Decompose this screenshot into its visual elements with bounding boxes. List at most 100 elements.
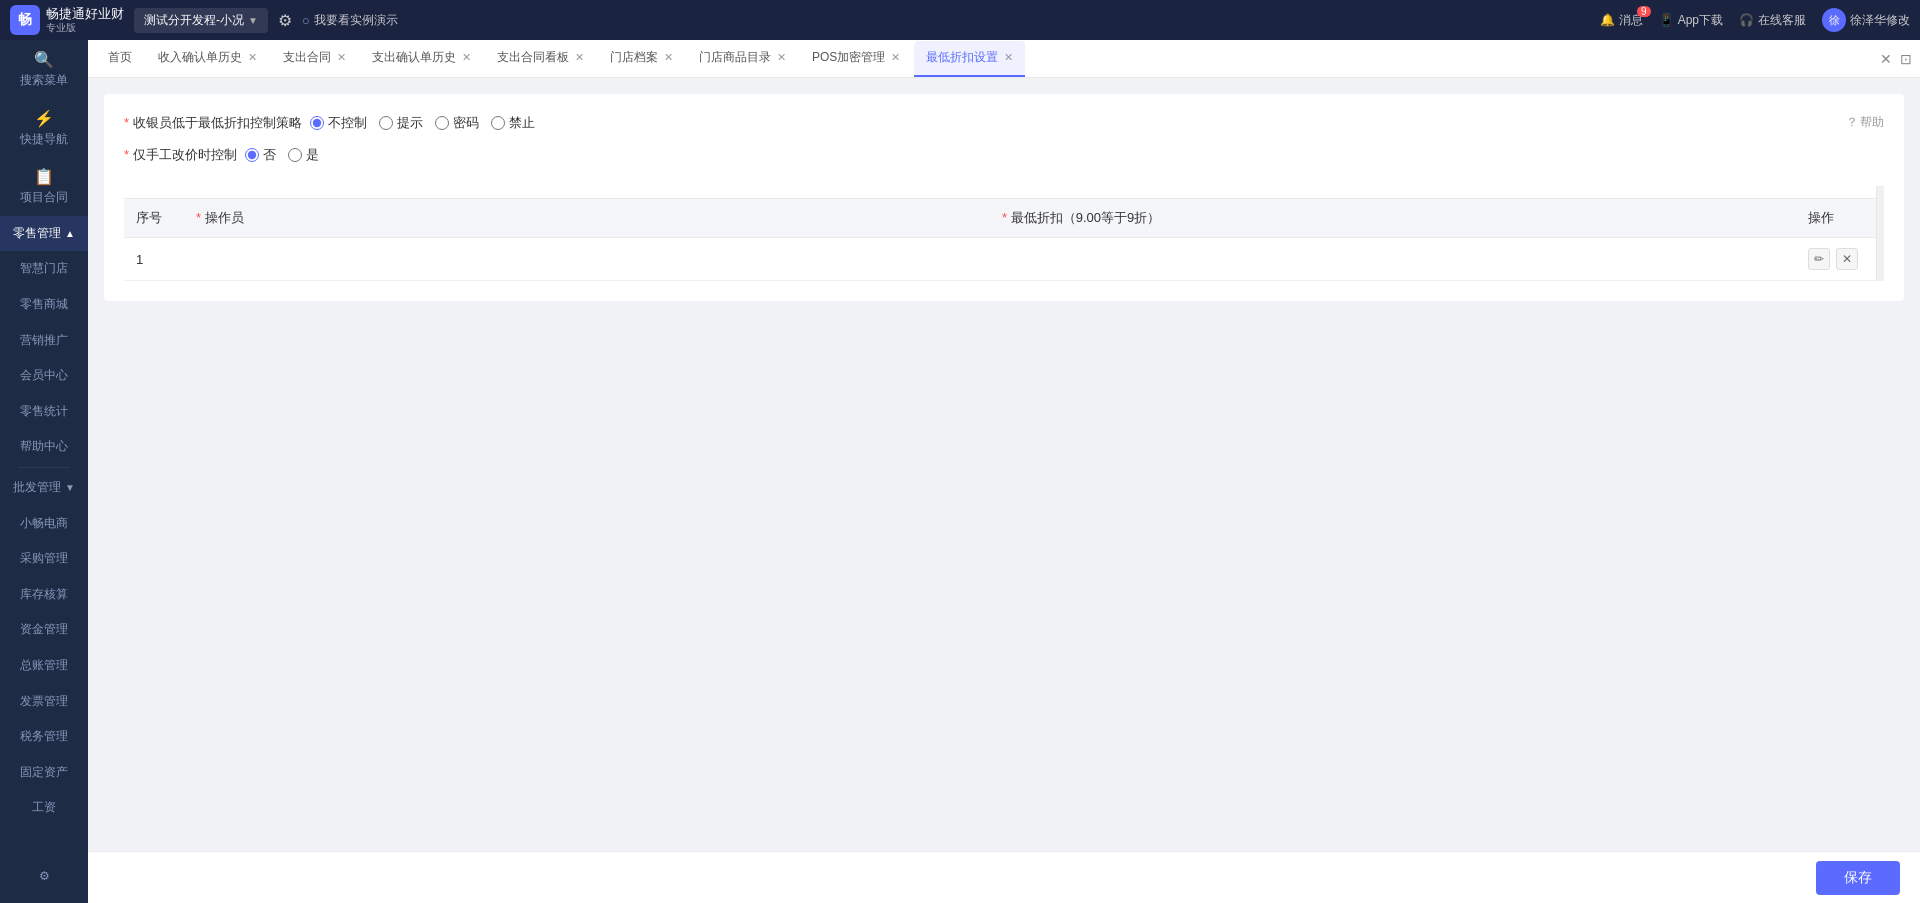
app-download-btn[interactable]: 📱 App下载 — [1659, 12, 1723, 29]
tab-payment-confirm-history[interactable]: 支出确认单历史 ✕ — [360, 41, 483, 77]
th-min-discount: * 最低折扣（9.00等于9折） — [990, 199, 1796, 238]
search-icon: 🔍 — [34, 50, 54, 69]
demo-link[interactable]: ○ 我要看实例演示 — [302, 12, 398, 29]
save-button[interactable]: 保存 — [1816, 861, 1900, 895]
th-operator: * 操作员 — [184, 199, 990, 238]
tab-bar-actions: ✕ ⊡ — [1880, 51, 1912, 67]
user-profile-btn[interactable]: 徐 徐泽华修改 — [1822, 8, 1910, 32]
sidebar-item-retail-mgmt[interactable]: 零售管理 ▲ — [0, 216, 88, 252]
top-bar: 畅 畅捷通好业财 专业版 测试分开发程-小况 ▼ ⚙ ○ 我要看实例演示 🔔 消… — [0, 0, 1920, 40]
close-tab-min-discount[interactable]: ✕ — [1004, 51, 1013, 64]
logo-area: 畅 畅捷通好业财 专业版 — [10, 5, 124, 35]
chevron-icon: ▲ — [65, 228, 75, 239]
table-row: 1 — [124, 238, 1876, 281]
radio-manual-yes[interactable]: 是 — [288, 146, 319, 164]
mobile-icon: 📱 — [1659, 13, 1674, 27]
sidebar: 🔍 搜索菜单 ⚡ 快捷导航 📋 项目合同 零售管理 ▲ 智慧门店 零售商城 营销… — [0, 40, 88, 903]
cell-actions: ✏ ✕ — [1796, 238, 1876, 281]
chevron-icon-2: ▼ — [65, 482, 75, 493]
cell-operator[interactable] — [184, 238, 990, 281]
tab-payment-contract-board[interactable]: 支出合同看板 ✕ — [485, 41, 596, 77]
radio-manual-no[interactable]: 否 — [245, 146, 276, 164]
manual-price-row: * 仅手工改价时控制 否 是 — [124, 146, 535, 164]
bell-icon: 🔔 — [1600, 13, 1615, 27]
messages-btn[interactable]: 🔔 消息 9 — [1600, 12, 1643, 29]
radio-no-control[interactable]: 不控制 — [310, 114, 367, 132]
form-section-top: * 收银员低于最低折扣控制策略 不控制 提示 — [124, 114, 1884, 178]
online-support-btn[interactable]: 🎧 在线客服 — [1739, 12, 1806, 29]
close-tab-payment-confirm-history[interactable]: ✕ — [462, 51, 471, 64]
top-bar-right: 🔔 消息 9 📱 App下载 🎧 在线客服 徐 徐泽华修改 — [1600, 8, 1910, 32]
sidebar-item-inventory-calc[interactable]: 库存核算 — [0, 577, 88, 613]
logo-icon: 畅 — [10, 5, 40, 35]
tab-bar: 首页 收入确认单历史 ✕ 支出合同 ✕ 支出确认单历史 ✕ 支出合同看板 ✕ 门… — [88, 40, 1920, 78]
sidebar-item-help-center[interactable]: 帮助中心 — [0, 429, 88, 465]
table-header-row: 序号 * 操作员 * 最低折扣（9.00等于9折） — [124, 199, 1876, 238]
sidebar-item-wholesale-mgmt[interactable]: 批发管理 ▼ — [0, 470, 88, 506]
cashier-policy-label: * 收银员低于最低折扣控制策略 — [124, 114, 302, 132]
tab-store-product-catalog[interactable]: 门店商品目录 ✕ — [687, 41, 798, 77]
sidebar-item-search[interactable]: 🔍 搜索菜单 — [0, 40, 88, 99]
radio-tip[interactable]: 提示 — [379, 114, 423, 132]
operator-input[interactable] — [196, 252, 978, 267]
sidebar-item-purchase-mgmt[interactable]: 采购管理 — [0, 541, 88, 577]
sidebar-item-ledger-mgmt[interactable]: 总账管理 — [0, 648, 88, 684]
sidebar-item-invoice-mgmt[interactable]: 发票管理 — [0, 684, 88, 720]
form-fields: * 收银员低于最低折扣控制策略 不控制 提示 — [124, 114, 535, 178]
row-edit-btn[interactable]: ✏ — [1808, 248, 1830, 270]
cell-seq: 1 — [124, 238, 184, 281]
close-tab-store-product-catalog[interactable]: ✕ — [777, 51, 786, 64]
th-actions: 操作 — [1796, 199, 1876, 238]
close-tab-store-file[interactable]: ✕ — [664, 51, 673, 64]
cashier-policy-row: * 收银员低于最低折扣控制策略 不控制 提示 — [124, 114, 535, 132]
sidebar-item-project-contract[interactable]: 📋 项目合同 — [0, 157, 88, 216]
tab-home[interactable]: 首页 — [96, 41, 144, 77]
sidebar-item-fixed-assets[interactable]: 固定资产 — [0, 755, 88, 791]
page-content: * 收银员低于最低折扣控制策略 不控制 提示 — [88, 78, 1920, 851]
project-selector[interactable]: 测试分开发程-小况 ▼ — [134, 8, 268, 33]
close-tab-payment-contract-board[interactable]: ✕ — [575, 51, 584, 64]
close-tab-action-btn[interactable]: ✕ — [1880, 51, 1892, 67]
sidebar-item-xiaochang-ecom[interactable]: 小畅电商 — [0, 506, 88, 542]
tab-income-confirm-history[interactable]: 收入确认单历史 ✕ — [146, 41, 269, 77]
sidebar-item-retail-stats[interactable]: 零售统计 — [0, 394, 88, 430]
cell-min-discount[interactable] — [990, 238, 1796, 281]
tab-min-discount-settings[interactable]: 最低折扣设置 ✕ — [914, 41, 1025, 77]
sidebar-item-marketing[interactable]: 营销推广 — [0, 323, 88, 359]
radio-password[interactable]: 密码 — [435, 114, 479, 132]
close-tab-pos-password[interactable]: ✕ — [891, 51, 900, 64]
table-wrapper: 序号 * 操作员 * 最低折扣（9.00等于9折） — [124, 186, 1884, 281]
tab-pos-password-mgmt[interactable]: POS加密管理 ✕ — [800, 41, 912, 77]
discount-table: 序号 * 操作员 * 最低折扣（9.00等于9折） — [124, 198, 1876, 281]
tab-store-file[interactable]: 门店档案 ✕ — [598, 41, 685, 77]
help-btn[interactable]: ？ 帮助 — [1846, 114, 1884, 131]
sidebar-item-capital-mgmt[interactable]: 资金管理 — [0, 612, 88, 648]
delete-icon: ✕ — [1842, 252, 1852, 266]
sidebar-item-salary[interactable]: 工资 — [0, 790, 88, 826]
min-discount-input[interactable] — [1002, 252, 1784, 267]
shortcut-icon: ⚡ — [34, 109, 54, 128]
radio-forbid[interactable]: 禁止 — [491, 114, 535, 132]
row-delete-btn[interactable]: ✕ — [1836, 248, 1858, 270]
close-tab-income[interactable]: ✕ — [248, 51, 257, 64]
manual-price-radio-group: 否 是 — [245, 146, 319, 164]
sidebar-item-tax-mgmt[interactable]: 税务管理 — [0, 719, 88, 755]
sidebar-item-retail-mall[interactable]: 零售商城 — [0, 287, 88, 323]
sidebar-settings-btn[interactable]: ⚙ — [35, 859, 54, 893]
question-icon: ？ — [1846, 114, 1858, 131]
avatar: 徐 — [1822, 8, 1846, 32]
sidebar-item-member-center[interactable]: 会员中心 — [0, 358, 88, 394]
cashier-policy-radio-group: 不控制 提示 密码 — [310, 114, 535, 132]
tab-payment-contract[interactable]: 支出合同 ✕ — [271, 41, 358, 77]
th-seq: 序号 — [124, 199, 184, 238]
close-tab-payment-contract[interactable]: ✕ — [337, 51, 346, 64]
table-scrollbar[interactable] — [1876, 186, 1884, 281]
page-footer: 保存 — [88, 851, 1920, 903]
chevron-down-icon: ▼ — [248, 15, 258, 26]
sidebar-item-smart-store[interactable]: 智慧门店 — [0, 251, 88, 287]
expand-tab-action-btn[interactable]: ⊡ — [1900, 51, 1912, 67]
sidebar-item-shortcut[interactable]: ⚡ 快捷导航 — [0, 99, 88, 158]
main-layout: 🔍 搜索菜单 ⚡ 快捷导航 📋 项目合同 零售管理 ▲ 智慧门店 零售商城 营销… — [0, 40, 1920, 903]
settings-icon-btn[interactable]: ⚙ — [278, 11, 292, 30]
headset-icon: 🎧 — [1739, 13, 1754, 27]
